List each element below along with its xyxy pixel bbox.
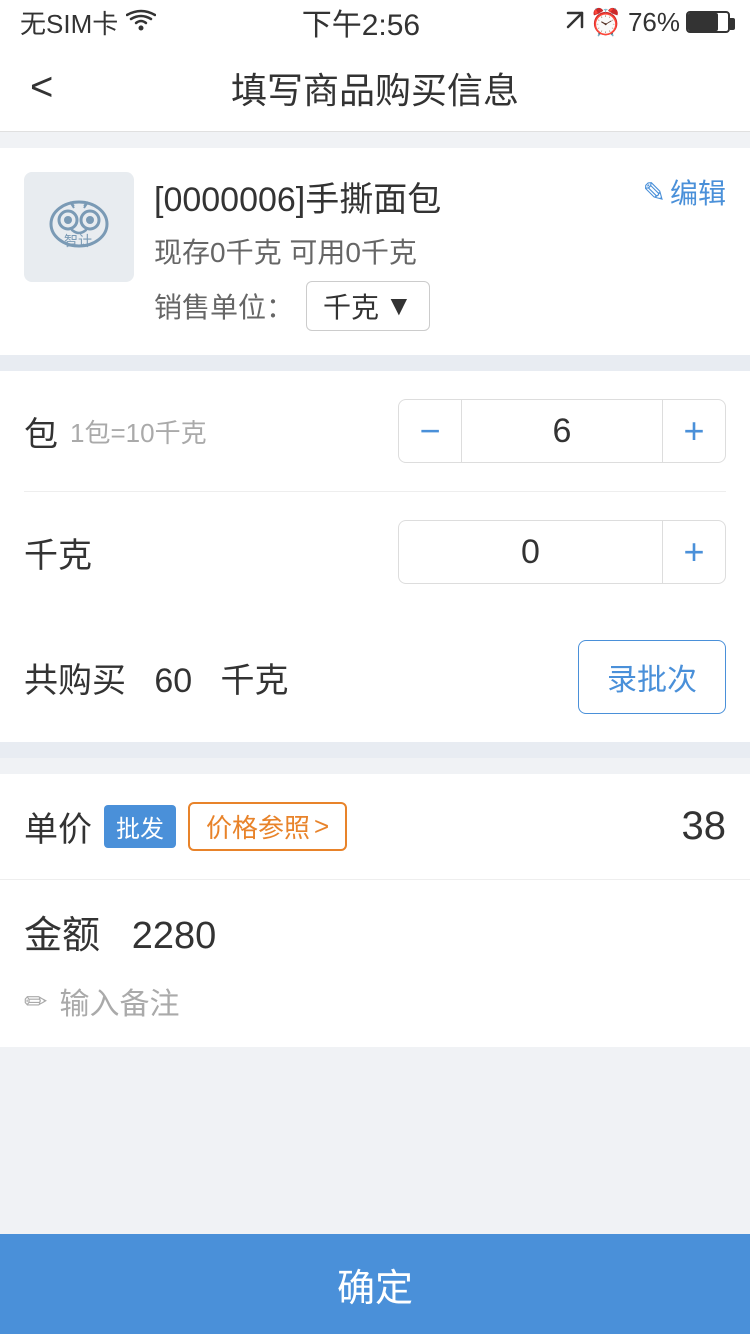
total-text: 共购买 60 千克 — [24, 653, 289, 702]
amount-row: 金额 2280 — [24, 904, 726, 959]
package-quantity-row: 包 1包=10千克 − + — [24, 371, 726, 492]
package-controls: − + — [398, 399, 726, 463]
product-name: [0000006]手撕面包 — [154, 172, 441, 221]
status-time: 下午2:56 — [302, 0, 420, 44]
package-plus-button[interactable]: + — [662, 399, 726, 463]
total-amount: 60 — [154, 662, 192, 700]
unit-dropdown[interactable]: 千克 ▼ — [306, 281, 430, 331]
back-button[interactable]: < — [20, 55, 63, 120]
record-batch-button[interactable]: 录批次 — [578, 640, 726, 714]
price-value: 38 — [682, 804, 727, 849]
notes-placeholder: 输入备注 — [59, 979, 179, 1023]
status-bar: 无SIM卡 下午2:56 ⏰ 76% — [0, 0, 750, 44]
dropdown-arrow-icon: ▼ — [385, 290, 413, 322]
status-right: ⏰ 76% — [566, 7, 730, 38]
amount-value: 2280 — [132, 915, 217, 957]
section-divider-2 — [0, 742, 750, 758]
package-hint: 1包=10千克 — [70, 413, 207, 450]
kg-quantity-input[interactable] — [398, 520, 662, 584]
edit-button[interactable]: ✎ 编辑 — [643, 172, 726, 212]
alarm-icon: ⏰ — [590, 7, 622, 38]
product-logo: 智计 — [44, 194, 114, 260]
package-label-group: 包 1包=10千克 — [24, 407, 207, 456]
product-card: 智计 [0000006]手撕面包 ✎ 编辑 现存0千克 可用0千克 销售单位： … — [0, 148, 750, 355]
product-info: [0000006]手撕面包 ✎ 编辑 现存0千克 可用0千克 销售单位： 千克 … — [154, 172, 726, 331]
pencil-icon: ✏ — [24, 985, 47, 1018]
confirm-button[interactable]: 确定 — [0, 1234, 750, 1334]
quantity-section: 包 1包=10千克 − + 千克 + — [0, 371, 750, 612]
page-title: 填写商品购买信息 — [231, 62, 519, 114]
product-unit-row: 销售单位： 千克 ▼ — [154, 281, 726, 331]
price-label: 单价 — [24, 802, 92, 851]
section-divider-1 — [0, 355, 750, 371]
nav-bar: < 填写商品购买信息 — [0, 44, 750, 132]
package-quantity-input[interactable] — [462, 399, 662, 463]
price-tag-wholesale: 批发 — [104, 805, 176, 848]
status-left: 无SIM卡 — [20, 4, 156, 41]
carrier-text: 无SIM卡 — [20, 4, 118, 41]
kg-label: 千克 — [24, 528, 92, 577]
package-minus-button[interactable]: − — [398, 399, 462, 463]
price-section: 单价 批发 价格参照 > 38 — [0, 774, 750, 880]
price-left: 单价 批发 价格参照 > — [24, 802, 347, 851]
edit-icon: ✎ — [643, 176, 666, 209]
total-section: 共购买 60 千克 录批次 — [0, 612, 750, 742]
price-ref-arrow-icon: > — [314, 811, 329, 842]
battery-icon — [686, 11, 730, 33]
kg-quantity-row: 千克 + — [24, 492, 726, 612]
battery-percent: 76% — [628, 7, 680, 38]
svg-text:智计: 智计 — [64, 233, 92, 249]
location-icon — [566, 7, 584, 38]
kg-plus-button[interactable]: + — [662, 520, 726, 584]
product-stock: 现存0千克 可用0千克 — [154, 231, 726, 271]
kg-controls: + — [398, 520, 726, 584]
package-label: 包 — [24, 407, 58, 456]
product-image: 智计 — [24, 172, 134, 282]
price-reference-button[interactable]: 价格参照 > — [188, 802, 347, 851]
notes-row[interactable]: ✏ 输入备注 — [24, 979, 726, 1023]
amount-section: 金额 2280 ✏ 输入备注 — [0, 880, 750, 1047]
wifi-icon — [126, 7, 156, 38]
